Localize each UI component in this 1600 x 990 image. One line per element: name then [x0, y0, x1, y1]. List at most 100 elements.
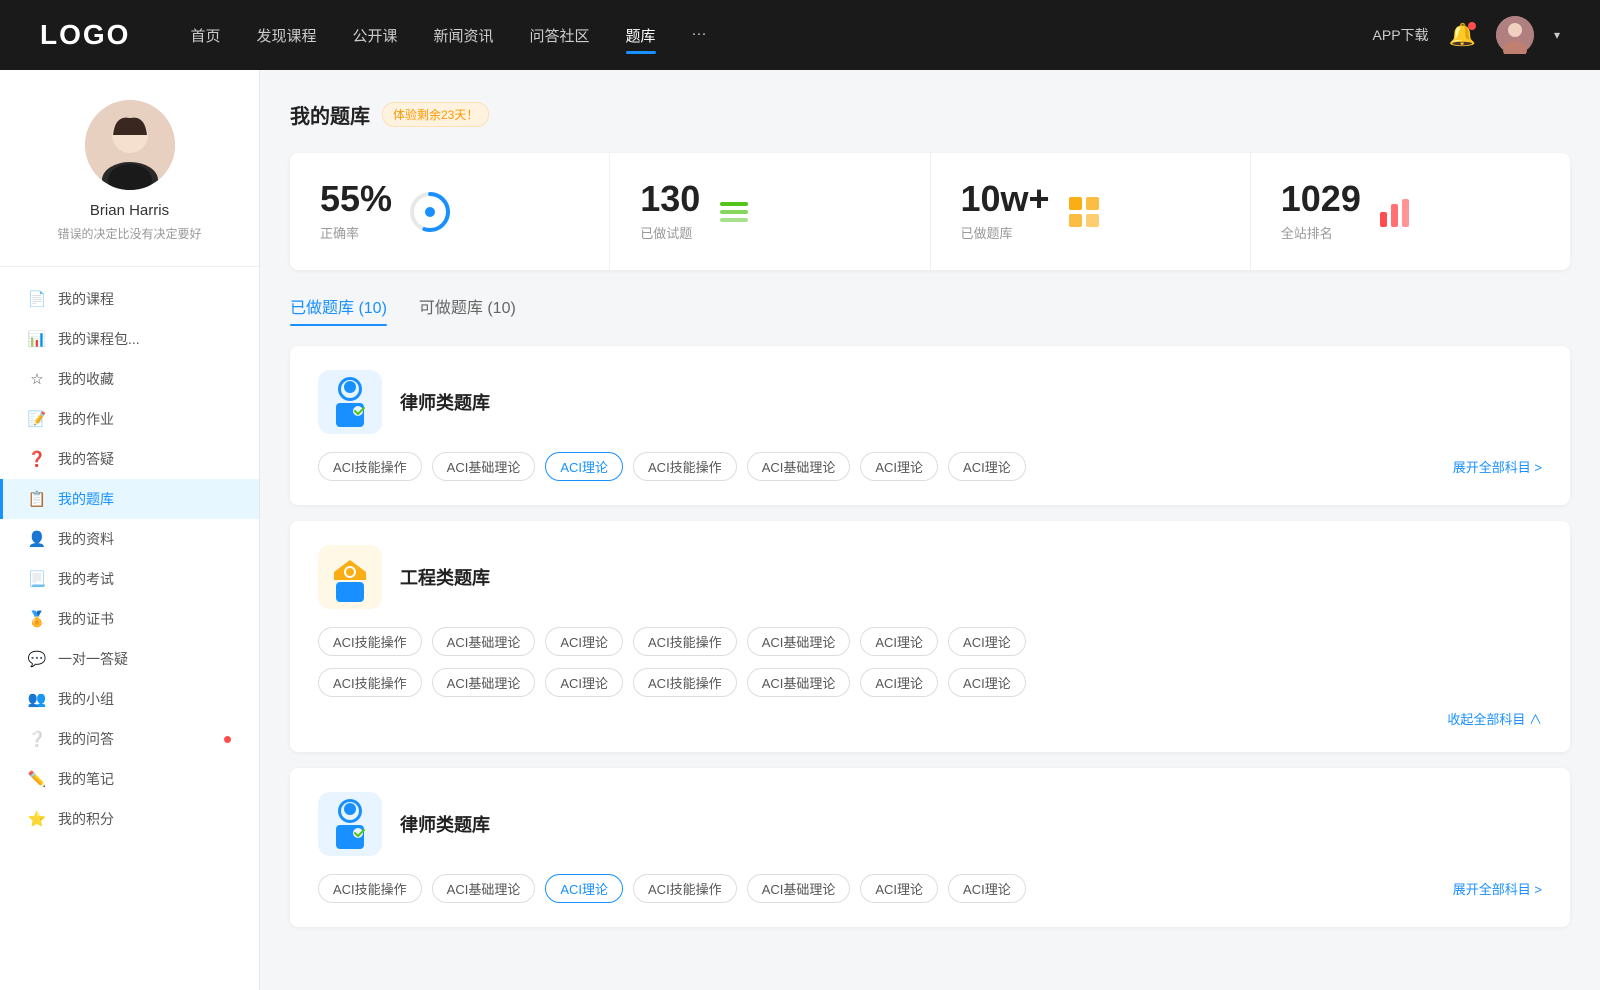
sidebar-item-1[interactable]: 📊 我的课程包...	[0, 319, 259, 359]
bank-title-1: 工程类题库	[400, 564, 490, 590]
stats-bar: 55% 正确率 130 已做试题 10w+ 已做题库 1029 全站排名	[290, 153, 1570, 270]
bank-tag-2-0-4[interactable]: ACI基础理论	[747, 874, 851, 903]
sidebar-icon-12: ✏️	[28, 770, 46, 788]
bank-tag-1-1-3[interactable]: ACI技能操作	[633, 668, 737, 697]
stat-label-2: 已做题库	[961, 223, 1050, 242]
sidebar-item-5[interactable]: 📋 我的题库	[0, 479, 259, 519]
nav-link-···[interactable]: ···	[692, 25, 707, 46]
nav-link-题库[interactable]: 题库	[626, 25, 656, 46]
stat-text-0: 55% 正确率	[320, 181, 392, 242]
main-content: 我的题库 体验剩余23天！ 55% 正确率 130 已做试题 10w+ 已做题库	[260, 70, 1600, 990]
bank-tag-0-0-5[interactable]: ACI理论	[860, 452, 938, 481]
page-header: 我的题库 体验剩余23天！	[290, 100, 1570, 129]
logo: LOGO	[40, 19, 130, 51]
bank-collapse-1[interactable]: 收起全部科目 ∧	[318, 709, 1542, 728]
bank-tag-1-1-1[interactable]: ACI基础理论	[432, 668, 536, 697]
bank-tag-1-0-1[interactable]: ACI基础理论	[432, 627, 536, 656]
bank-tag-1-1-2[interactable]: ACI理论	[545, 668, 623, 697]
sidebar-label-13: 我的积分	[58, 809, 231, 829]
trial-badge: 体验剩余23天！	[382, 102, 489, 127]
sidebar-label-6: 我的资料	[58, 529, 231, 549]
app-download-button[interactable]: APP下载	[1373, 25, 1429, 45]
bank-tag-1-0-3[interactable]: ACI技能操作	[633, 627, 737, 656]
bank-tag-2-0-5[interactable]: ACI理论	[860, 874, 938, 903]
avatar[interactable]	[1496, 16, 1534, 54]
bank-tag-1-0-6[interactable]: ACI理论	[948, 627, 1026, 656]
sidebar-item-12[interactable]: ✏️ 我的笔记	[0, 759, 259, 799]
sidebar-menu: 📄 我的课程 📊 我的课程包... ☆ 我的收藏 📝 我的作业 ❓ 我的答疑 📋…	[0, 267, 259, 851]
nav-link-首页[interactable]: 首页	[190, 25, 220, 46]
sidebar-item-8[interactable]: 🏅 我的证书	[0, 599, 259, 639]
sidebar-item-11[interactable]: ❔ 我的问答	[0, 719, 259, 759]
stat-item-2: 10w+ 已做题库	[931, 153, 1251, 270]
stat-text-2: 10w+ 已做题库	[961, 181, 1050, 242]
bank-tag-0-0-3[interactable]: ACI技能操作	[633, 452, 737, 481]
stat-icon-2	[1066, 194, 1102, 230]
sidebar-label-12: 我的笔记	[58, 769, 231, 789]
sidebar-item-13[interactable]: ⭐ 我的积分	[0, 799, 259, 839]
bank-tag-1-0-5[interactable]: ACI理论	[860, 627, 938, 656]
stat-value-2: 10w+	[961, 181, 1050, 217]
bank-expand-0[interactable]: 展开全部科目 >	[1453, 457, 1542, 476]
sidebar-item-0[interactable]: 📄 我的课程	[0, 279, 259, 319]
nav-link-发现课程[interactable]: 发现课程	[256, 25, 316, 46]
bank-tag-1-1-4[interactable]: ACI基础理论	[747, 668, 851, 697]
sidebar-icon-8: 🏅	[28, 610, 46, 628]
bank-tag-0-0-1[interactable]: ACI基础理论	[432, 452, 536, 481]
bank-tag-1-1-5[interactable]: ACI理论	[860, 668, 938, 697]
bank-icon-1	[318, 545, 382, 609]
sidebar-icon-1: 📊	[28, 330, 46, 348]
layout: Brian Harris 错误的决定比没有决定要好 📄 我的课程 📊 我的课程包…	[0, 70, 1600, 990]
nav-links: 首页 发现课程 公开课 新闻资讯 问答社区 题库 ···	[190, 25, 1372, 46]
nav-link-新闻资讯[interactable]: 新闻资讯	[434, 25, 494, 46]
bell-button[interactable]: 🔔	[1449, 22, 1476, 48]
nav-link-公开课[interactable]: 公开课	[352, 25, 397, 46]
bank-tag-0-0-4[interactable]: ACI基础理论	[747, 452, 851, 481]
sidebar-icon-0: 📄	[28, 290, 46, 308]
sidebar-label-1: 我的课程包...	[58, 329, 231, 349]
bank-tag-1-1-0[interactable]: ACI技能操作	[318, 668, 422, 697]
sidebar-label-3: 我的作业	[58, 409, 231, 429]
bank-tag-2-0-2[interactable]: ACI理论	[545, 874, 623, 903]
nav-link-问答社区[interactable]: 问答社区	[530, 25, 590, 46]
bank-tag-0-0-2[interactable]: ACI理论	[545, 452, 623, 481]
bank-list: 律师类题库 ACI技能操作ACI基础理论ACI理论ACI技能操作ACI基础理论A…	[290, 346, 1570, 927]
bank-tag-1-1-6[interactable]: ACI理论	[948, 668, 1026, 697]
sidebar-dot-11	[224, 736, 231, 743]
sidebar-icon-7: 📃	[28, 570, 46, 588]
sidebar-label-5: 我的题库	[58, 489, 231, 509]
tab-1[interactable]: 可做题库 (10)	[419, 294, 516, 326]
stat-label-1: 已做试题	[640, 223, 700, 242]
bank-expand-2[interactable]: 展开全部科目 >	[1453, 879, 1542, 898]
sidebar-item-2[interactable]: ☆ 我的收藏	[0, 359, 259, 399]
stat-value-3: 1029	[1281, 181, 1361, 217]
avatar-dropdown-chevron[interactable]: ▾	[1554, 28, 1560, 42]
sidebar-item-3[interactable]: 📝 我的作业	[0, 399, 259, 439]
nav-right: APP下载 🔔 ▾	[1373, 16, 1560, 54]
sidebar-icon-9: 💬	[28, 650, 46, 668]
bank-tag-1-0-0[interactable]: ACI技能操作	[318, 627, 422, 656]
bank-tag-2-0-0[interactable]: ACI技能操作	[318, 874, 422, 903]
sidebar-item-7[interactable]: 📃 我的考试	[0, 559, 259, 599]
bank-tag-2-0-1[interactable]: ACI基础理论	[432, 874, 536, 903]
sidebar-item-9[interactable]: 💬 一对一答疑	[0, 639, 259, 679]
bank-tag-2-0-3[interactable]: ACI技能操作	[633, 874, 737, 903]
sidebar-icon-13: ⭐	[28, 810, 46, 828]
sidebar-label-7: 我的考试	[58, 569, 231, 589]
sidebar-icon-11: ❔	[28, 730, 46, 748]
sidebar-icon-3: 📝	[28, 410, 46, 428]
stat-value-0: 55%	[320, 181, 392, 217]
navbar: LOGO 首页 发现课程 公开课 新闻资讯 问答社区 题库 ··· APP下载 🔔 ▾	[0, 0, 1600, 70]
bank-tag-0-0-6[interactable]: ACI理论	[948, 452, 1026, 481]
sidebar-label-0: 我的课程	[58, 289, 231, 309]
sidebar-item-10[interactable]: 👥 我的小组	[0, 679, 259, 719]
bank-tag-1-0-2[interactable]: ACI理论	[545, 627, 623, 656]
tab-0[interactable]: 已做题库 (10)	[290, 294, 387, 326]
bank-tag-2-0-6[interactable]: ACI理论	[948, 874, 1026, 903]
sidebar-item-4[interactable]: ❓ 我的答疑	[0, 439, 259, 479]
bank-tag-0-0-0[interactable]: ACI技能操作	[318, 452, 422, 481]
bank-tag-1-0-4[interactable]: ACI基础理论	[747, 627, 851, 656]
stat-icon-0	[408, 190, 452, 234]
sidebar-item-6[interactable]: 👤 我的资料	[0, 519, 259, 559]
sidebar-label-11: 我的问答	[58, 729, 220, 749]
